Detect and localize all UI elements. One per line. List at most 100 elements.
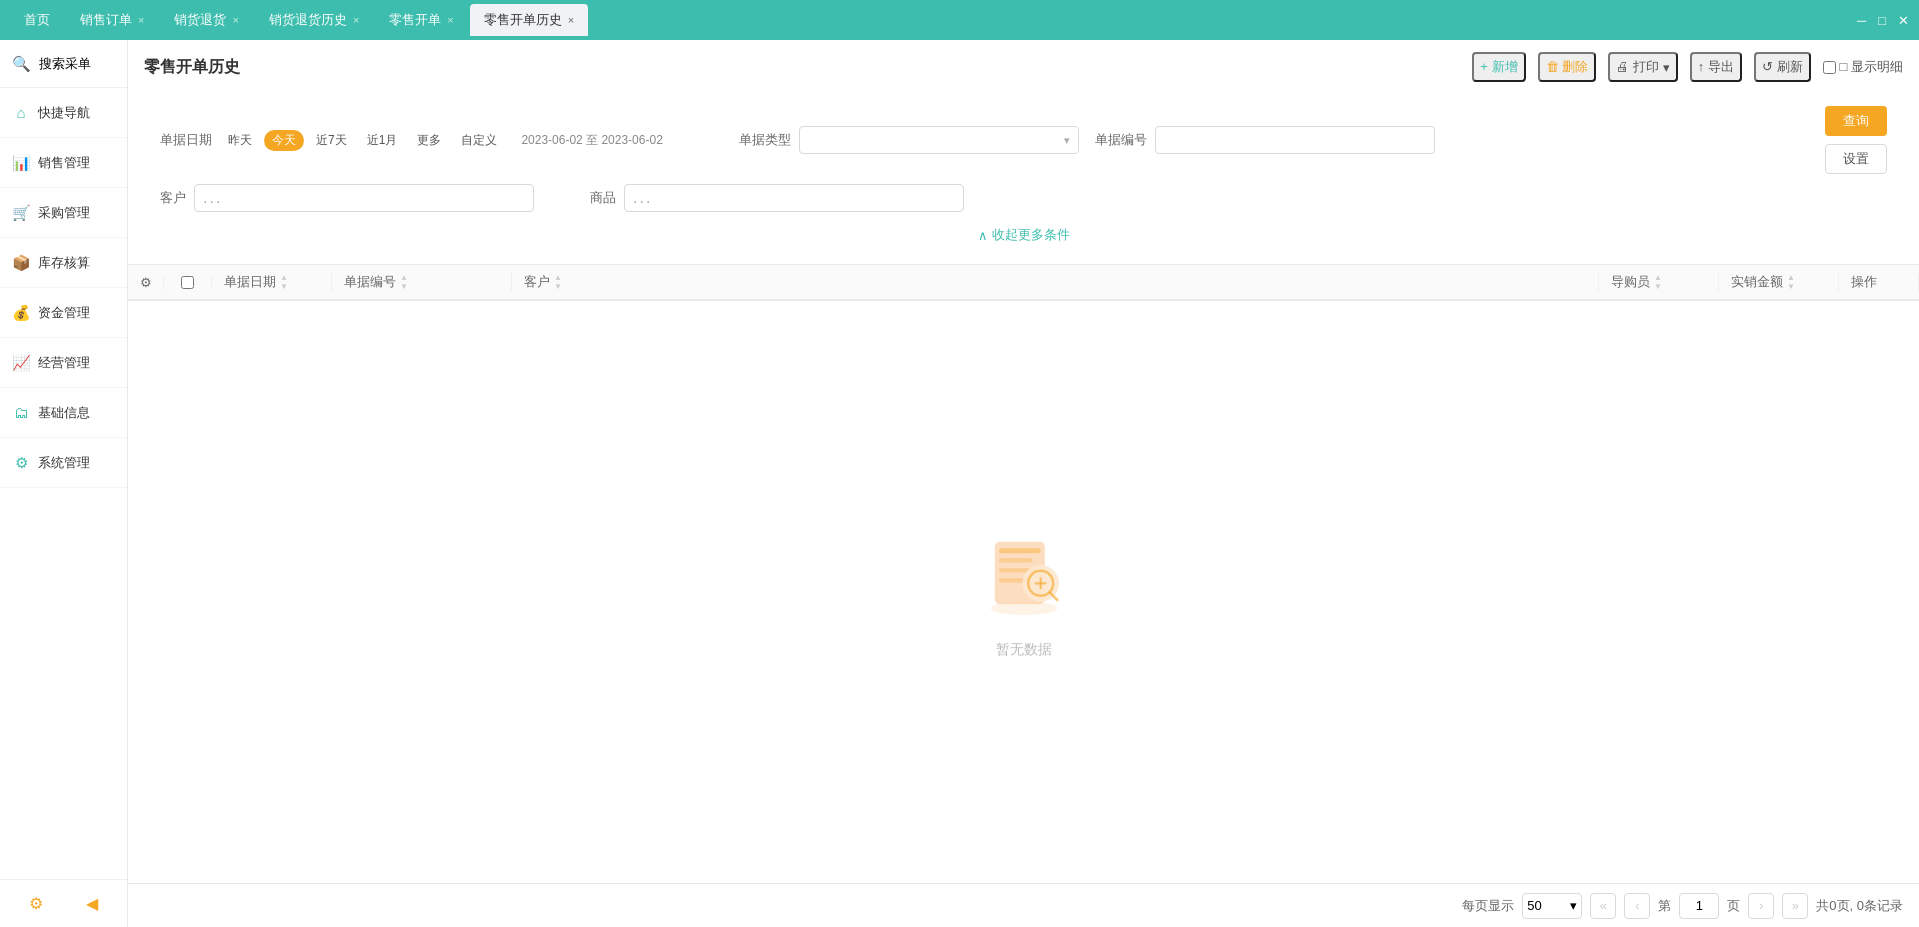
top-navigation: 首页 销售订单 × 销货退货 × 销货退货历史 × 零售开单 × 零售开单历史 … <box>0 0 1919 40</box>
tab-sales-order-close[interactable]: × <box>138 14 144 26</box>
display-detail-checkbox[interactable]: □ 显示明细 <box>1823 58 1903 76</box>
sidebar-item-sales-mgmt-label: 销售管理 <box>38 154 90 172</box>
filter-section: 单据日期 昨天 今天 近7天 近1月 更多 自定义 2023-06-02 至 2… <box>144 94 1903 264</box>
sidebar-search[interactable]: 🔍 搜索采单 <box>0 40 127 88</box>
pagination: 每页显示 50 ▾ « ‹ 第 页 › » 共0页, 0条记录 <box>128 883 1919 927</box>
print-label: 🖨 打印 <box>1616 58 1659 76</box>
filter-row-2: 客户 ... 商品 ... <box>160 184 1887 212</box>
filter-row-1: 单据日期 昨天 今天 近7天 近1月 更多 自定义 2023-06-02 至 2… <box>160 106 1887 174</box>
sidebar-item-quick-nav[interactable]: ⌂ 快捷导航 <box>0 88 127 138</box>
delete-button[interactable]: 🗑 删除 <box>1538 52 1597 82</box>
th-salesperson[interactable]: 导购员 ▲ ▼ <box>1599 273 1719 291</box>
sidebar-item-purchase-mgmt[interactable]: 🛒 采购管理 <box>0 188 127 238</box>
page-size-select[interactable]: 50 ▾ <box>1522 893 1582 919</box>
date-range: 2023-06-02 至 2023-06-02 <box>521 132 662 149</box>
page-next-btn[interactable]: › <box>1748 893 1774 919</box>
tab-retail-open-close[interactable]: × <box>447 14 453 26</box>
settings-button[interactable]: 设置 <box>1825 144 1887 174</box>
table-header: ⚙ 单据日期 ▲ ▼ 单据编号 ▲ ▼ <box>128 265 1919 301</box>
page-title-row: 零售开单历史 + 新增 🗑 删除 🖨 打印 ▾ ↑ 导出 ↺ 刷新 □ 显示明细 <box>144 52 1903 82</box>
export-button[interactable]: ↑ 导出 <box>1690 52 1742 82</box>
tab-retail-open-history[interactable]: 零售开单历史 × <box>470 4 588 36</box>
home-icon: ⌂ <box>12 104 30 121</box>
date-btn-last7[interactable]: 近7天 <box>308 130 355 151</box>
sidebar-bottom: ⚙ ◀ <box>0 879 127 927</box>
window-minimize[interactable]: ─ <box>1857 13 1866 28</box>
sidebar-item-operations[interactable]: 📈 经营管理 <box>0 338 127 388</box>
refresh-button[interactable]: ↺ 刷新 <box>1754 52 1811 82</box>
date-btn-custom[interactable]: 自定义 <box>453 130 505 151</box>
display-detail-input[interactable] <box>1823 61 1836 74</box>
th-billno-sort: ▲ ▼ <box>400 274 408 291</box>
th-date-label: 单据日期 <box>224 273 276 291</box>
date-filter-buttons: 昨天 今天 近7天 近1月 更多 自定义 <box>220 130 505 151</box>
th-customer-sort: ▲ ▼ <box>554 274 562 291</box>
date-btn-more[interactable]: 更多 <box>409 130 449 151</box>
table-settings-icon[interactable]: ⚙ <box>140 275 152 290</box>
page-header: 零售开单历史 + 新增 🗑 删除 🖨 打印 ▾ ↑ 导出 ↺ 刷新 □ 显示明细 <box>128 40 1919 265</box>
sidebar-item-quick-nav-label: 快捷导航 <box>38 104 90 122</box>
sidebar-item-inventory[interactable]: 📦 库存核算 <box>0 238 127 288</box>
print-button[interactable]: 🖨 打印 ▾ <box>1608 52 1678 82</box>
tab-sales-return-history-close[interactable]: × <box>353 14 359 26</box>
date-btn-last-month[interactable]: 近1月 <box>359 130 406 151</box>
gear-icon: ⚙ <box>12 454 30 472</box>
money-icon: 💰 <box>12 304 30 322</box>
print-arrow: ▾ <box>1663 60 1670 75</box>
date-filter-label: 单据日期 <box>160 131 212 149</box>
page-size-label: 每页显示 <box>1462 897 1514 915</box>
tab-sales-order-label: 销售订单 <box>80 11 132 29</box>
th-salesperson-label: 导购员 <box>1611 273 1650 291</box>
goods-input[interactable]: ... <box>624 184 964 212</box>
customer-input[interactable]: ... <box>194 184 534 212</box>
th-billno[interactable]: 单据编号 ▲ ▼ <box>332 273 512 291</box>
sidebar-item-finance-label: 资金管理 <box>38 304 90 322</box>
collapse-label: 收起更多条件 <box>992 226 1070 244</box>
svg-rect-2 <box>999 548 1041 553</box>
query-button[interactable]: 查询 <box>1825 106 1887 136</box>
tab-retail-open-history-label: 零售开单历史 <box>484 11 562 29</box>
tab-sales-return-close[interactable]: × <box>232 14 238 26</box>
sidebar-settings-icon[interactable]: ⚙ <box>29 894 43 913</box>
page-last-btn[interactable]: » <box>1782 893 1808 919</box>
bill-no-filter: 单据编号 <box>1095 126 1435 154</box>
date-btn-yesterday[interactable]: 昨天 <box>220 130 260 151</box>
customer-filter: 客户 ... <box>160 184 534 212</box>
bill-no-input[interactable] <box>1155 126 1435 154</box>
tab-retail-open-history-close[interactable]: × <box>568 14 574 26</box>
tab-home-label: 首页 <box>24 11 50 29</box>
tab-sales-order[interactable]: 销售订单 × <box>66 4 158 36</box>
window-close[interactable]: ✕ <box>1898 13 1909 28</box>
sidebar-item-base-info[interactable]: 🗂 基础信息 <box>0 388 127 438</box>
sidebar-item-finance[interactable]: 💰 资金管理 <box>0 288 127 338</box>
sidebar-item-sales-mgmt[interactable]: 📊 销售管理 <box>0 138 127 188</box>
page-first-btn[interactable]: « <box>1590 893 1616 919</box>
tab-retail-open[interactable]: 零售开单 × <box>375 4 467 36</box>
th-date[interactable]: 单据日期 ▲ ▼ <box>212 273 332 291</box>
collapse-button[interactable]: ∧ 收起更多条件 <box>978 226 1070 244</box>
customer-dots: ... <box>203 189 222 207</box>
th-settings[interactable]: ⚙ <box>128 275 164 290</box>
tab-home[interactable]: 首页 <box>10 4 64 36</box>
collapse-row: ∧ 收起更多条件 <box>160 222 1887 252</box>
tab-sales-return-label: 销货退货 <box>174 11 226 29</box>
goods-filter: 商品 ... <box>590 184 964 212</box>
tab-sales-return-history[interactable]: 销货退货历史 × <box>255 4 373 36</box>
th-customer[interactable]: 客户 ▲ ▼ <box>512 273 1599 291</box>
bill-type-select[interactable]: ▾ <box>799 126 1079 154</box>
date-btn-today[interactable]: 今天 <box>264 130 304 151</box>
table-area: ⚙ 单据日期 ▲ ▼ 单据编号 ▲ ▼ <box>128 265 1919 927</box>
sidebar-collapse-icon[interactable]: ◀ <box>86 894 98 913</box>
page-input[interactable] <box>1679 893 1719 919</box>
bill-type-arrow: ▾ <box>1064 134 1070 147</box>
th-checkbox[interactable] <box>164 276 212 289</box>
sidebar-item-sys-mgmt[interactable]: ⚙ 系统管理 <box>0 438 127 488</box>
add-button[interactable]: + 新增 <box>1472 52 1525 82</box>
select-all-checkbox[interactable] <box>181 276 194 289</box>
th-amount[interactable]: 实销金额 ▲ ▼ <box>1719 273 1839 291</box>
tab-sales-return[interactable]: 销货退货 × <box>160 4 252 36</box>
window-maximize[interactable]: □ <box>1878 13 1886 28</box>
th-action-label: 操作 <box>1851 273 1877 291</box>
search-icon: 🔍 <box>12 55 31 73</box>
page-prev-btn[interactable]: ‹ <box>1624 893 1650 919</box>
